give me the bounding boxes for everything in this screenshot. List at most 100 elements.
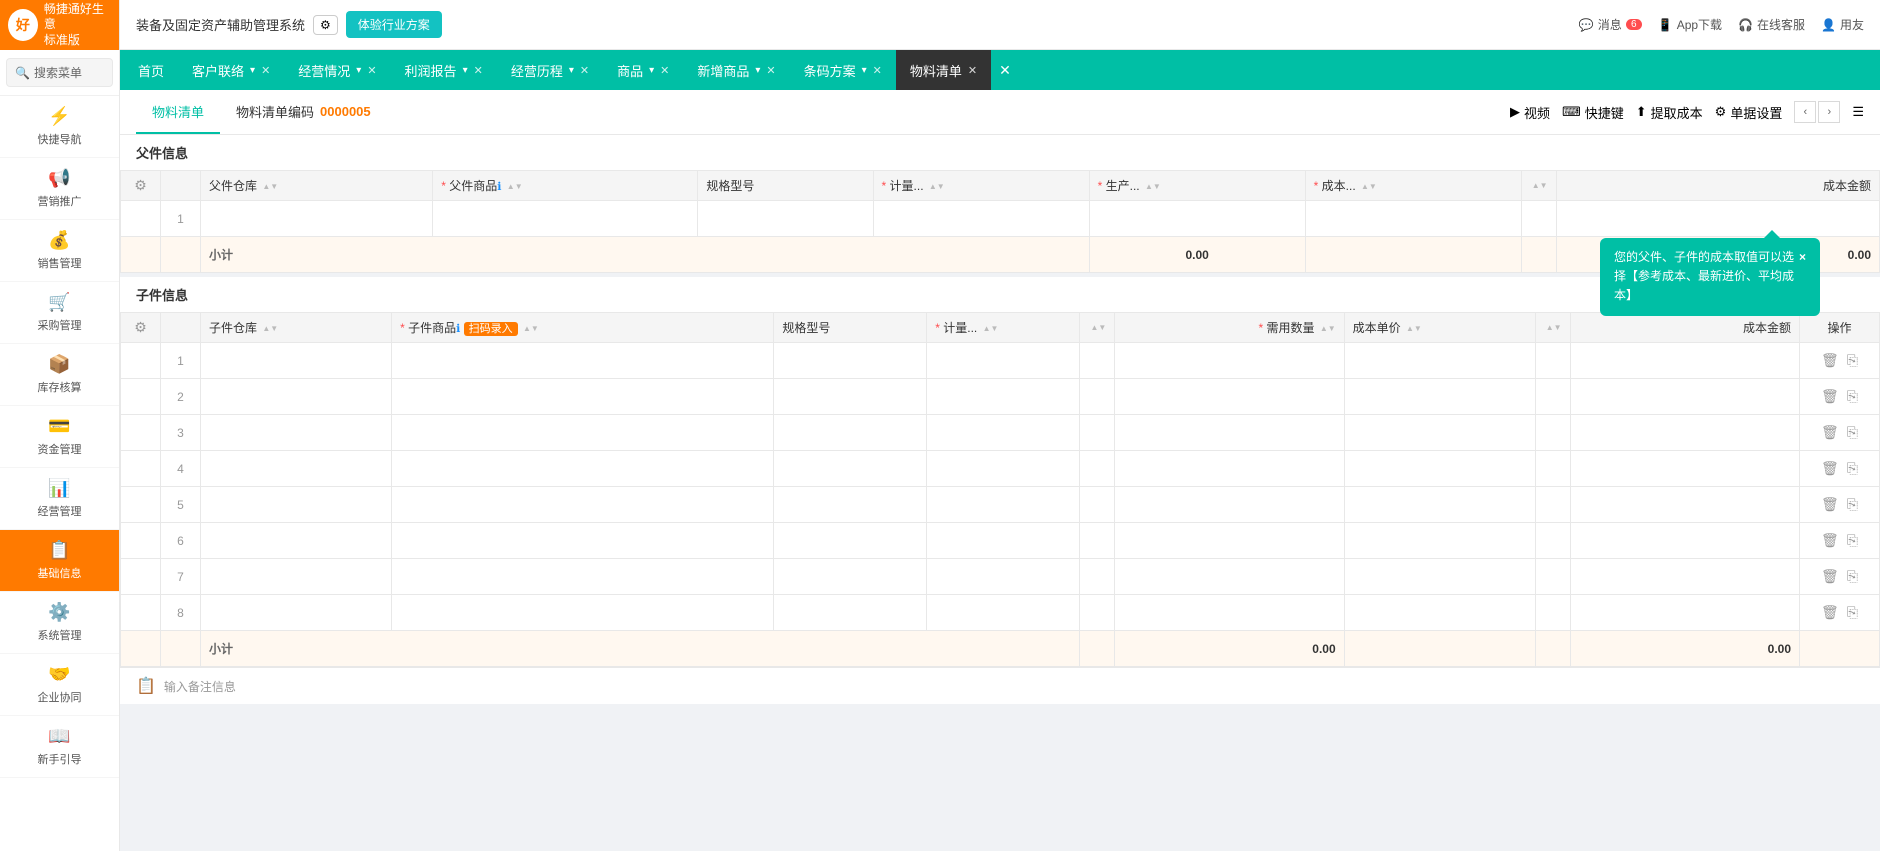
delete-icon[interactable]: 🗑: [1821, 496, 1839, 513]
close-icon[interactable]: ✕: [968, 64, 977, 77]
shortcut-btn[interactable]: ⌨ 快捷键: [1562, 103, 1624, 122]
child-row1-goods[interactable]: [392, 343, 774, 379]
child-row4-warehouse[interactable]: [201, 451, 392, 487]
sidebar-item-basic-info[interactable]: 📋 基础信息: [0, 530, 119, 592]
child-row6-warehouse[interactable]: [201, 523, 392, 559]
child-row8-spec[interactable]: [774, 595, 927, 631]
child-row5-unit-cost[interactable]: [1344, 487, 1535, 523]
child-row7-goods[interactable]: [392, 559, 774, 595]
settings-gear-icon[interactable]: ⚙: [134, 177, 147, 193]
child-row1-spec[interactable]: [774, 343, 927, 379]
child-row2-unit-cost[interactable]: [1344, 379, 1535, 415]
copy-icon[interactable]: ⎘: [1847, 424, 1858, 441]
prev-btn[interactable]: ‹: [1794, 101, 1816, 123]
child-row8-qty-unit[interactable]: [927, 595, 1080, 631]
parent-row1-spec[interactable]: [698, 201, 873, 237]
child-row4-required-qty[interactable]: [1115, 451, 1344, 487]
copy-icon[interactable]: ⎘: [1847, 388, 1858, 405]
tooltip-close-btn[interactable]: ×: [1799, 248, 1806, 267]
sidebar-item-cooperation[interactable]: 🤝 企业协同: [0, 654, 119, 716]
parent-row1-cost[interactable]: [1305, 201, 1521, 237]
close-icon[interactable]: ✕: [580, 64, 589, 77]
child-row8-unit-cost[interactable]: [1344, 595, 1535, 631]
copy-icon[interactable]: ⎘: [1847, 460, 1858, 477]
settings-gear-icon[interactable]: ⚙: [134, 319, 147, 335]
delete-icon[interactable]: 🗑: [1821, 532, 1839, 549]
sidebar-item-quick-nav[interactable]: ⚡ 快捷导航: [0, 96, 119, 158]
next-btn[interactable]: ›: [1818, 101, 1840, 123]
child-row8-warehouse[interactable]: [201, 595, 392, 631]
child-row6-spec[interactable]: [774, 523, 927, 559]
note-placeholder[interactable]: 输入备注信息: [164, 678, 236, 695]
message-btn[interactable]: 💬 消息 6: [1579, 16, 1642, 33]
copy-icon[interactable]: ⎘: [1847, 352, 1858, 369]
child-row5-required-qty[interactable]: [1115, 487, 1344, 523]
copy-icon[interactable]: ⎘: [1847, 604, 1858, 621]
child-row4-spec[interactable]: [774, 451, 927, 487]
single-setting-btn[interactable]: ⚙ 单据设置: [1715, 103, 1783, 122]
child-row2-warehouse[interactable]: [201, 379, 392, 415]
sidebar-item-inventory[interactable]: 📦 库存核算: [0, 344, 119, 406]
child-row1-unit-cost[interactable]: [1344, 343, 1535, 379]
child-row1-warehouse[interactable]: [201, 343, 392, 379]
child-row3-unit-cost[interactable]: [1344, 415, 1535, 451]
child-row7-spec[interactable]: [774, 559, 927, 595]
child-row6-qty-unit[interactable]: [927, 523, 1080, 559]
app-download-btn[interactable]: 📱 App下载: [1658, 16, 1722, 33]
child-row8-required-qty[interactable]: [1115, 595, 1344, 631]
child-row2-required-qty[interactable]: [1115, 379, 1344, 415]
child-row6-required-qty[interactable]: [1115, 523, 1344, 559]
close-icon[interactable]: ✕: [873, 64, 882, 77]
parent-row1-warehouse[interactable]: [201, 201, 433, 237]
experience-btn[interactable]: 体验行业方案: [346, 11, 442, 38]
delete-icon[interactable]: 🗑: [1821, 604, 1839, 621]
system-settings-btn[interactable]: ⚙: [313, 15, 338, 35]
parent-row1-qty-unit[interactable]: [873, 201, 1089, 237]
close-icon[interactable]: ✕: [367, 64, 376, 77]
scan-badge[interactable]: 扫码录入: [464, 322, 518, 336]
close-icon[interactable]: ✕: [660, 64, 669, 77]
online-service-btn[interactable]: 🎧 在线客服: [1738, 16, 1805, 33]
close-icon[interactable]: ✕: [766, 64, 775, 77]
sidebar-item-purchase[interactable]: 🛒 采购管理: [0, 282, 119, 344]
child-row7-warehouse[interactable]: [201, 559, 392, 595]
close-all-btn[interactable]: ✕: [999, 62, 1011, 79]
sidebar-item-operations[interactable]: 📊 经营管理: [0, 468, 119, 530]
child-row4-unit-cost[interactable]: [1344, 451, 1535, 487]
child-row5-spec[interactable]: [774, 487, 927, 523]
tab-operations-history[interactable]: 经营历程 ▾ ✕: [497, 50, 603, 90]
child-row5-qty-unit[interactable]: [927, 487, 1080, 523]
tab-profit-report[interactable]: 利润报告 ▾ ✕: [391, 50, 497, 90]
sidebar-item-finance[interactable]: 💳 资金管理: [0, 406, 119, 468]
copy-icon[interactable]: ⎘: [1847, 568, 1858, 585]
child-row6-goods[interactable]: [392, 523, 774, 559]
tab-operations-status[interactable]: 经营情况 ▾ ✕: [284, 50, 390, 90]
parent-row1-goods[interactable]: [433, 201, 698, 237]
sidebar-item-sales[interactable]: 💰 销售管理: [0, 220, 119, 282]
child-row1-required-qty[interactable]: [1115, 343, 1344, 379]
child-row3-required-qty[interactable]: [1115, 415, 1344, 451]
copy-icon[interactable]: ⎘: [1847, 532, 1858, 549]
child-row1-qty-unit[interactable]: [927, 343, 1080, 379]
close-icon[interactable]: ✕: [474, 64, 483, 77]
child-row6-unit-cost[interactable]: [1344, 523, 1535, 559]
video-btn[interactable]: ▶ 视频: [1510, 103, 1550, 122]
child-row3-goods[interactable]: [392, 415, 774, 451]
child-row4-qty-unit[interactable]: [927, 451, 1080, 487]
child-row5-warehouse[interactable]: [201, 487, 392, 523]
tab-goods[interactable]: 商品 ▾ ✕: [603, 50, 683, 90]
tab-customer[interactable]: 客户联络 ▾ ✕: [178, 50, 284, 90]
child-row2-qty-unit[interactable]: [927, 379, 1080, 415]
user-btn[interactable]: 👤 用友: [1821, 16, 1864, 33]
delete-icon[interactable]: 🗑: [1821, 460, 1839, 477]
page-tab-code[interactable]: 物料清单编码 0000005: [220, 90, 387, 134]
child-row7-required-qty[interactable]: [1115, 559, 1344, 595]
child-row3-warehouse[interactable]: [201, 415, 392, 451]
tab-home[interactable]: 首页: [124, 50, 178, 90]
child-row7-unit-cost[interactable]: [1344, 559, 1535, 595]
delete-icon[interactable]: 🗑: [1821, 568, 1839, 585]
delete-icon[interactable]: 🗑: [1821, 352, 1839, 369]
child-row3-qty-unit[interactable]: [927, 415, 1080, 451]
child-row5-goods[interactable]: [392, 487, 774, 523]
child-row3-spec[interactable]: [774, 415, 927, 451]
